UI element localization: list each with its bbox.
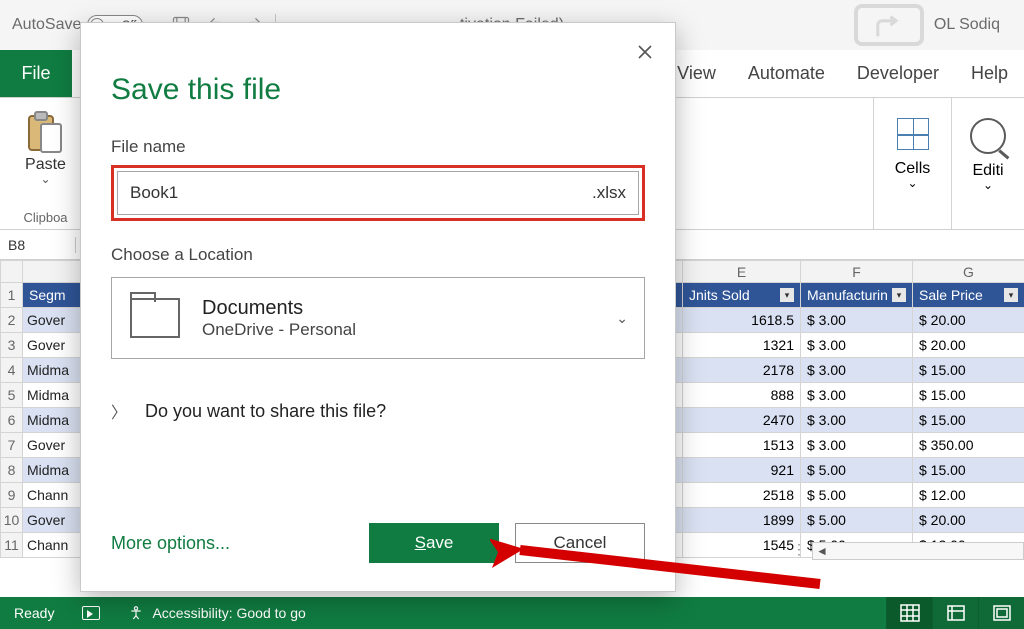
row-header[interactable]: 7	[1, 433, 23, 458]
cells-icon	[897, 118, 929, 150]
col-header-F[interactable]: F	[801, 261, 913, 283]
row-header[interactable]: 3	[1, 333, 23, 358]
location-name: Documents	[202, 297, 356, 320]
name-box[interactable]: B8	[0, 237, 76, 253]
save-file-dialog: Save this file File name .xlsx Choose a …	[80, 22, 676, 592]
group-clipboard: Paste ⌄ Clipboa	[0, 98, 92, 229]
chevron-down-icon: ⌄	[983, 178, 993, 192]
share-file-expander[interactable]: 〉 Do you want to share this file?	[111, 399, 645, 423]
cells-button[interactable]: Cells ⌄	[895, 104, 931, 190]
status-ready: Ready	[0, 605, 68, 621]
row-header[interactable]: 6	[1, 408, 23, 433]
editing-button[interactable]: Editi ⌄	[970, 104, 1006, 192]
row-header[interactable]: 2	[1, 308, 23, 333]
chevron-down-icon[interactable]: ⌄	[616, 310, 628, 327]
more-options-link[interactable]: More options...	[111, 533, 230, 554]
column-header-sale_price[interactable]: Sale Price▾	[913, 283, 1024, 308]
row-header[interactable]: 11	[1, 533, 23, 558]
file-name-label: File name	[111, 137, 645, 157]
folder-icon	[130, 298, 180, 338]
record-icon	[82, 606, 100, 620]
status-bar: Ready Accessibility: Good to go	[0, 597, 1024, 629]
chevron-down-icon: ⌄	[907, 176, 917, 190]
sheet-split-handle[interactable]: ⋮	[792, 541, 806, 558]
row-header[interactable]: 10	[1, 508, 23, 533]
row-header[interactable]: 4	[1, 358, 23, 383]
col-header-E[interactable]: E	[683, 261, 801, 283]
location-sub: OneDrive - Personal	[202, 320, 356, 340]
dialog-title: Save this file	[111, 73, 645, 107]
row-header[interactable]: 8	[1, 458, 23, 483]
tab-help[interactable]: Help	[955, 50, 1024, 97]
view-page-break-button[interactable]	[978, 597, 1024, 629]
column-header-manufacturing[interactable]: Manufacturin▾	[801, 283, 913, 308]
select-all-corner[interactable]	[1, 261, 23, 283]
horizontal-scrollbar[interactable]: ◄	[812, 542, 1024, 560]
search-icon	[970, 118, 1006, 154]
column-header-units_sold[interactable]: Jnits Sold▾	[683, 283, 801, 308]
chevron-right-icon: 〉	[111, 399, 127, 423]
view-normal-button[interactable]	[886, 597, 932, 629]
save-button[interactable]: Save	[369, 523, 499, 563]
choose-location-label: Choose a Location	[111, 245, 645, 265]
macro-record-button[interactable]	[68, 606, 114, 620]
col-header-G[interactable]: G	[913, 261, 1024, 283]
file-name-input-wrap[interactable]: .xlsx	[117, 171, 639, 215]
view-page-layout-button[interactable]	[932, 597, 978, 629]
row-header[interactable]: 1	[1, 283, 23, 308]
file-name-input[interactable]	[130, 183, 592, 203]
file-name-highlight: .xlsx	[111, 165, 645, 221]
tab-automate[interactable]: Automate	[732, 50, 841, 97]
autosave-label: AutoSave	[12, 16, 81, 34]
group-label-clipboard: Clipboa	[0, 210, 91, 225]
file-extension[interactable]: .xlsx	[592, 183, 626, 203]
accessibility-status[interactable]: Accessibility: Good to go	[114, 605, 319, 621]
row-header[interactable]: 5	[1, 383, 23, 408]
row-header[interactable]: 9	[1, 483, 23, 508]
cancel-button[interactable]: Cancel	[515, 523, 645, 563]
group-editing: Editi ⌄	[952, 98, 1024, 229]
location-selector[interactable]: Documents OneDrive - Personal ⌄	[111, 277, 645, 359]
close-button[interactable]	[637, 43, 653, 66]
accessibility-icon	[128, 605, 144, 621]
chevron-down-icon: ⌄	[40, 172, 50, 186]
scroll-left-icon[interactable]: ◄	[813, 543, 831, 559]
close-icon	[637, 44, 653, 60]
paste-button[interactable]: Paste ⌄	[25, 104, 66, 186]
tab-developer[interactable]: Developer	[841, 50, 955, 97]
tab-file[interactable]: File	[0, 50, 72, 97]
share-icon[interactable]	[854, 4, 924, 46]
user-name[interactable]: OL Sodiq	[934, 16, 1000, 34]
group-cells: Cells ⌄	[874, 98, 952, 229]
